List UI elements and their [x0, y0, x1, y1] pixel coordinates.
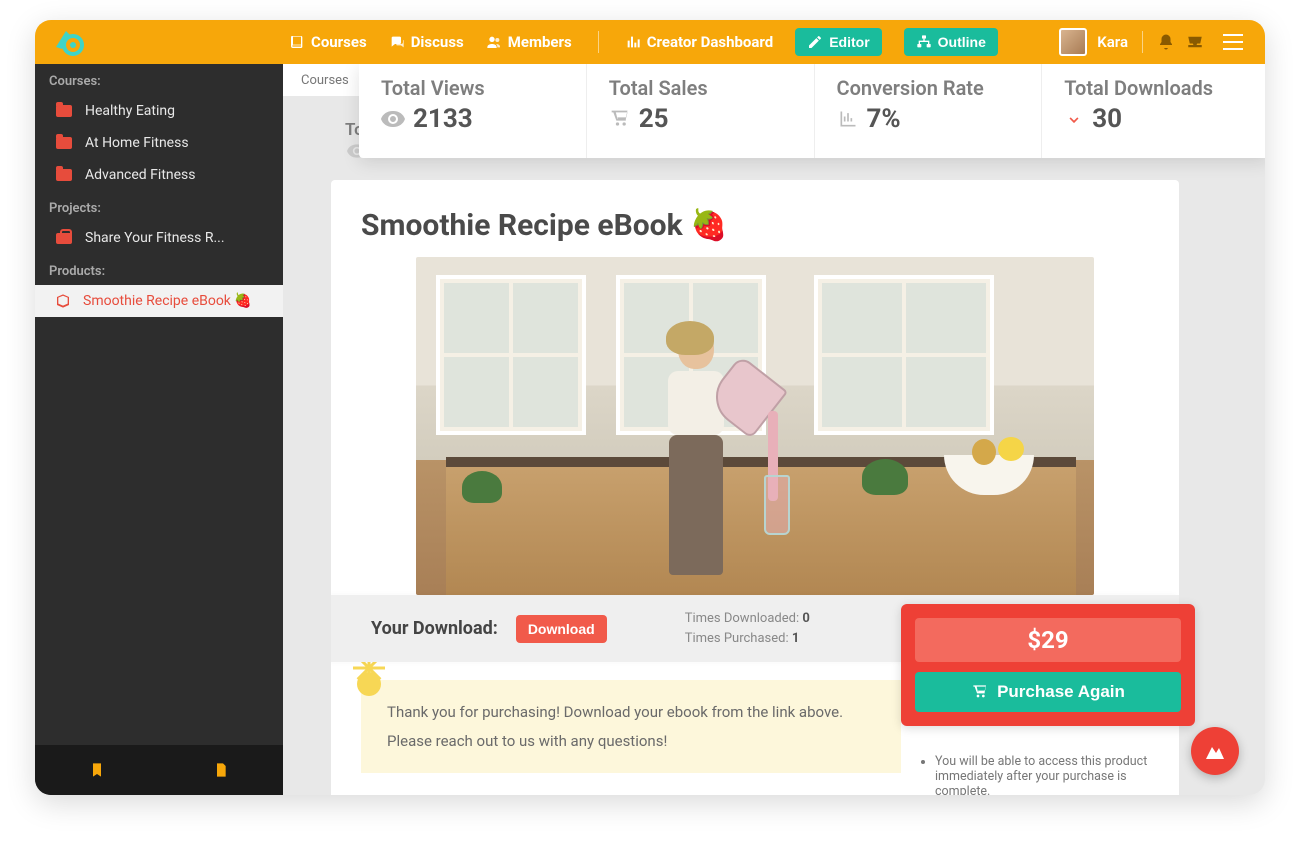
document-icon[interactable]	[213, 761, 229, 779]
metric-conversion: Conversion Rate 7%	[815, 64, 1043, 158]
thanks-message: Thank you for purchasing! Download your …	[361, 680, 901, 773]
sidebar-item-product-0[interactable]: Smoothie Recipe eBook 🍓	[35, 285, 283, 317]
editor-button-label: Editor	[829, 34, 869, 50]
download-button[interactable]: Download	[516, 615, 607, 643]
nav-members[interactable]: Members	[486, 33, 572, 51]
price-label: $29	[915, 618, 1181, 662]
sidebar-item-project-0[interactable]: Share Your Fitness R...	[35, 222, 283, 254]
sidebar-item-label: Smoothie Recipe eBook 🍓	[83, 293, 252, 309]
sidebar-item-label: Healthy Eating	[85, 103, 175, 119]
app-window: Courses Discuss Members Creator Dashboar…	[35, 20, 1265, 795]
purchase-notes: You will be able to access this product …	[919, 754, 1179, 795]
eye-icon	[381, 110, 405, 128]
thanks-line: Thank you for purchasing! Download your …	[387, 698, 875, 727]
metric-label: Total Sales	[609, 76, 792, 100]
inbox-icon[interactable]	[1185, 33, 1205, 51]
sidebar-section-courses: Courses:	[35, 64, 283, 95]
nav-discuss-label: Discuss	[411, 33, 464, 51]
purchase-button[interactable]: Purchase Again	[915, 672, 1181, 712]
metric-value: 2133	[413, 104, 473, 134]
username-label: Kara	[1097, 33, 1128, 51]
product-title: Smoothie Recipe eBook 🍓	[361, 208, 1149, 243]
thanks-line: Please reach out to us with any question…	[387, 727, 875, 756]
nav-courses[interactable]: Courses	[289, 33, 367, 51]
sidebar-item-label: At Home Fitness	[85, 135, 189, 151]
members-icon	[486, 34, 502, 50]
nav-dashboard[interactable]: Creator Dashboard	[625, 33, 773, 51]
main-nav: Courses Discuss Members Creator Dashboar…	[289, 28, 998, 56]
folder-icon	[55, 104, 73, 118]
package-icon	[55, 294, 71, 308]
sidebar-section-projects: Projects:	[35, 191, 283, 222]
main-content: Courses To Total Views 2133 Total Sales	[283, 64, 1265, 795]
metric-label: Conversion Rate	[837, 76, 1020, 100]
folder-icon	[55, 168, 73, 182]
purchase-box: $29 Purchase Again	[901, 604, 1195, 726]
topbar: Courses Discuss Members Creator Dashboar…	[35, 20, 1265, 64]
outline-button[interactable]: Outline	[904, 28, 998, 56]
cart-icon	[971, 684, 989, 700]
chart-icon	[625, 34, 641, 50]
nav-members-label: Members	[508, 33, 572, 51]
metric-views: Total Views 2133	[359, 64, 587, 158]
metric-sales: Total Sales 25	[587, 64, 815, 158]
metric-value: 7%	[867, 104, 901, 134]
folder-icon	[55, 136, 73, 150]
chat-icon	[389, 34, 405, 50]
metric-label: Total Views	[381, 76, 564, 100]
bar-chart-icon	[837, 109, 859, 129]
nav-courses-label: Courses	[311, 33, 367, 51]
sun-icon	[351, 666, 387, 702]
nav-dashboard-label: Creator Dashboard	[647, 33, 773, 51]
metric-value: 25	[639, 104, 669, 134]
metrics-panel: Total Views 2133 Total Sales 25 Conversi…	[359, 64, 1265, 158]
user-area: Kara	[1059, 24, 1251, 60]
download-arrow-icon	[1064, 108, 1084, 130]
bell-icon[interactable]	[1157, 33, 1175, 51]
pencil-icon	[807, 34, 823, 50]
metric-value: 30	[1092, 104, 1122, 134]
sidebar-section-products: Products:	[35, 254, 283, 285]
menu-button[interactable]	[1215, 24, 1251, 60]
download-stats: Times Downloaded: 0 Times Purchased: 1	[685, 609, 810, 648]
metric-downloads: Total Downloads 30	[1042, 64, 1265, 158]
sidebar-item-course-2[interactable]: Advanced Fitness	[35, 159, 283, 191]
book-icon	[289, 34, 305, 50]
nav-separator	[598, 31, 599, 53]
briefcase-icon	[55, 231, 73, 245]
fab-button[interactable]	[1191, 727, 1239, 775]
sidebar: Courses: Healthy Eating At Home Fitness …	[35, 64, 283, 795]
outline-button-label: Outline	[938, 34, 986, 50]
metric-label: Total Downloads	[1064, 76, 1247, 100]
sidebar-item-course-1[interactable]: At Home Fitness	[35, 127, 283, 159]
editor-button[interactable]: Editor	[795, 28, 881, 56]
sidebar-footer	[35, 745, 283, 795]
product-hero-image	[416, 257, 1094, 595]
user-avatar[interactable]	[1059, 28, 1087, 56]
download-label: Your Download:	[371, 618, 498, 639]
cart-icon	[609, 109, 631, 129]
sidebar-item-label: Share Your Fitness R...	[85, 230, 225, 246]
bookmark-icon[interactable]	[89, 761, 105, 779]
sitemap-icon	[916, 34, 932, 50]
nav-discuss[interactable]: Discuss	[389, 33, 464, 51]
breadcrumb-root[interactable]: Courses	[291, 67, 367, 94]
note-item: You will be able to access this product …	[935, 754, 1179, 795]
sidebar-item-course-0[interactable]: Healthy Eating	[35, 95, 283, 127]
app-logo[interactable]	[49, 22, 89, 62]
sidebar-item-label: Advanced Fitness	[85, 167, 196, 183]
